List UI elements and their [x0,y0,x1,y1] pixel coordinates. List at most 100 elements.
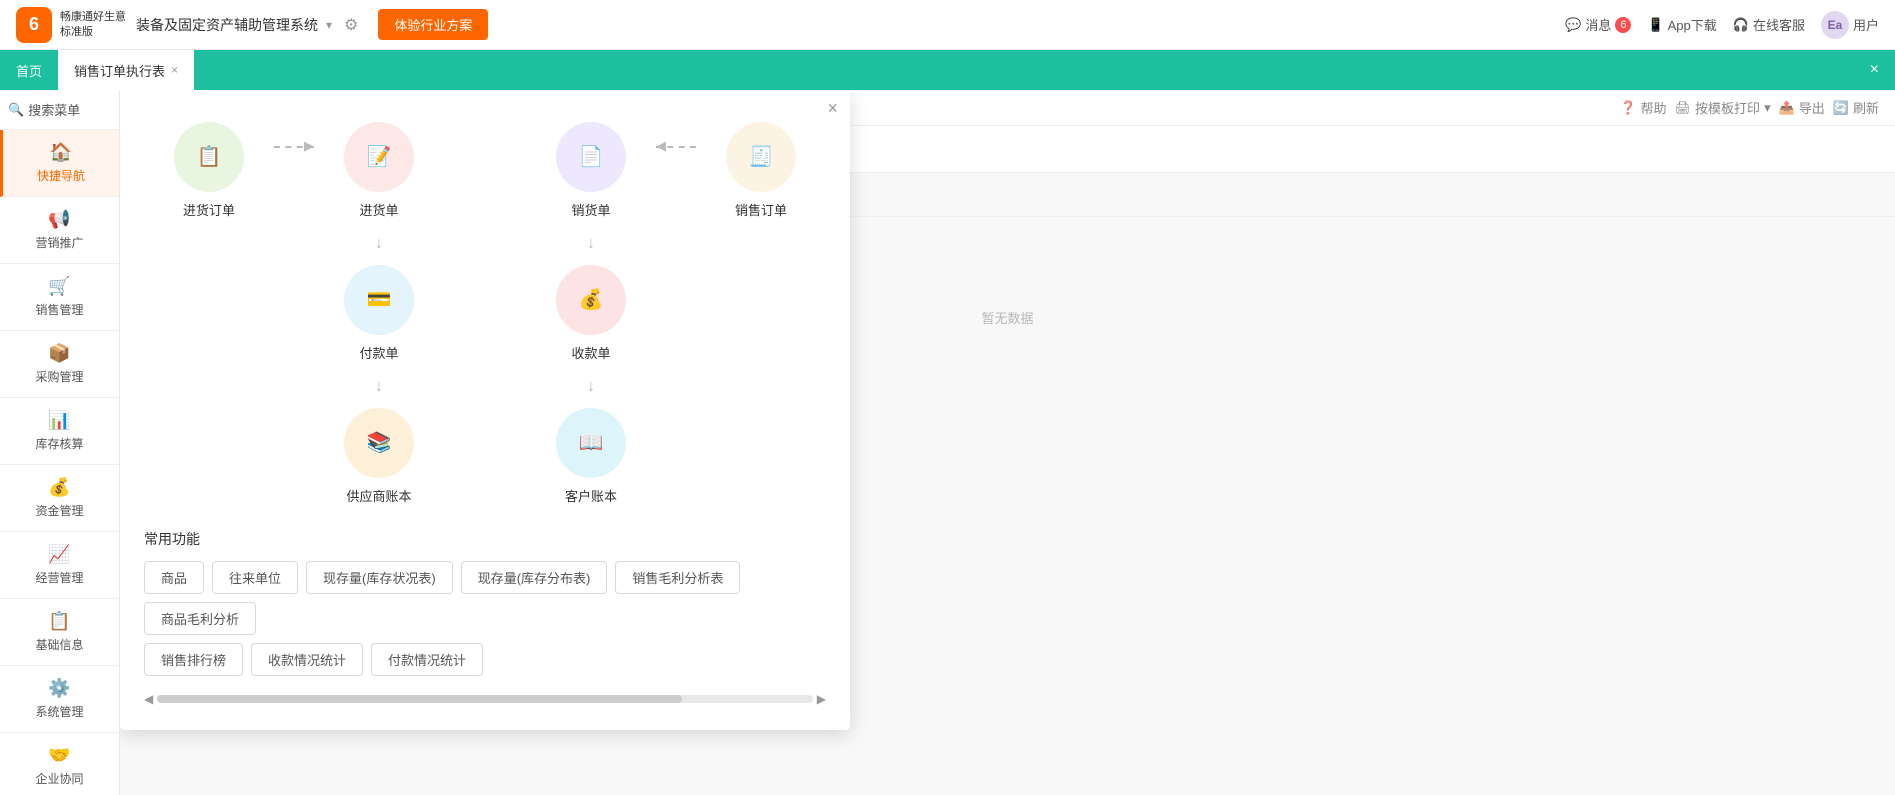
experience-btn[interactable]: 体验行业方案 [378,9,488,40]
receipt-circle: 💰 [556,265,626,335]
svg-text:📝: 📝 [367,144,392,168]
tab-bar: 首页 销售订单执行表 × × [0,50,1895,90]
sale-order-circle: 🧾 [726,122,796,192]
system-icon: ⚙️ [48,678,70,699]
spacer4 [656,235,696,253]
sidebar-item-quick-nav[interactable]: 🏠 快捷导航 [0,130,119,197]
sidebar-item-marketing[interactable]: 📢 营销推广 [0,197,119,264]
func-buttons-row2: 销售排行榜 收款情况统计 付款情况统计 [144,643,826,676]
customer-label: 客户账本 [565,486,617,505]
header-right: 💬 消息 6 📱 App下载 🎧 在线客服 Ea 用户 [1565,11,1879,39]
modal-box: × 📋 进货订单 [120,90,850,730]
sidebar-item-basic-info[interactable]: 📋 基础信息 [0,599,119,666]
sale-order-label: 销售订单 [735,200,787,219]
receipt-icon: 💰 [573,282,609,318]
main-layout: 🔍 搜索菜单 🏠 快捷导航 📢 营销推广 🛒 销售管理 📦 采购管理 📊 库存核… [0,90,1895,795]
arrow-from-sale-order: ◀ [656,114,696,150]
sale-slip-label: 销货单 [571,200,610,219]
sidebar-item-inventory[interactable]: 📊 库存核算 [0,398,119,465]
marketing-label: 营销推广 [35,234,83,251]
tab-home-label: 首页 [16,61,42,80]
common-functions: 常用功能 商品 往来单位 现存量(库存状况表) 现存量(库存分布表) 销售毛利分… [144,529,826,676]
modal-close-btn[interactable]: × [827,98,838,119]
flow-node-payment[interactable]: 💳 付款单 [314,257,444,370]
tab-home[interactable]: 首页 [0,50,58,90]
sales-label: 销售管理 [35,301,83,318]
svg-text:📋: 📋 [197,144,222,168]
common-functions-title: 常用功能 [144,529,826,549]
tab-bar-close-icon[interactable]: × [1870,61,1879,78]
svg-text:🧾: 🧾 [749,144,774,168]
sidebar-item-system[interactable]: ⚙️ 系统管理 [0,666,119,733]
online-service-label: 在线客服 [1753,15,1805,34]
message-btn[interactable]: 💬 消息 6 [1565,15,1631,34]
spacer1 [144,235,274,253]
func-btn-inventory-dist[interactable]: 现存量(库存分布表) [461,561,608,594]
scroll-left-btn[interactable]: ◀ [144,692,153,706]
customer-icon: 📖 [573,425,609,461]
sales-icon: 🛒 [48,276,70,297]
flow-node-purchase-order[interactable]: 📋 进货订单 [144,114,274,227]
arrow-down-purchase: ↓ [314,235,444,253]
func-btn-sales-rank[interactable]: 销售排行榜 [144,643,243,676]
supplier-label: 供应商账本 [346,486,411,505]
flow-node-sale-slip[interactable]: 📄 销货单 [526,114,656,227]
purchase-order-icon: 📋 [191,139,227,175]
sp2 [444,378,526,396]
scroll-track[interactable] [157,695,813,703]
sidebar-item-sales[interactable]: 🛒 销售管理 [0,264,119,331]
func-btn-product[interactable]: 商品 [144,561,204,594]
app-download-label: App下载 [1668,15,1717,34]
flow-row-3: 📚 供应商账本 📖 客 [144,400,826,513]
flow-node-supplier-ledger[interactable]: 📚 供应商账本 [314,400,444,513]
user-name: 用户 [1853,15,1879,34]
logo-text: 畅康通好生意 标准版 [60,10,126,39]
sidebar-item-purchase[interactable]: 📦 采购管理 [0,331,119,398]
service-icon: 🎧 [1733,17,1749,33]
settings-icon[interactable]: ⚙ [344,15,358,35]
scroll-right-btn[interactable]: ▶ [817,692,826,706]
func-btn-receipt-stat[interactable]: 收款情况统计 [251,643,363,676]
flow-node-purchase-slip[interactable]: 📝 进货单 [314,114,444,227]
arrow-down-sale: ↓ [526,235,656,253]
arrow-down-rec: ↓ [526,378,656,396]
payment-circle: 💳 [344,265,414,335]
scroll-thumb [157,695,681,703]
func-btn-product-margin[interactable]: 商品毛利分析 [144,602,256,635]
func-btn-payment-stat[interactable]: 付款情况统计 [371,643,483,676]
sidebar-search[interactable]: 🔍 搜索菜单 [0,90,119,130]
purchase-slip-icon: 📝 [361,139,397,175]
system-title: 装备及固定资产辅助管理系统 [136,15,318,35]
flow-node-sale-order[interactable]: 🧾 销售订单 [696,114,826,227]
payment-icon: 💳 [361,282,397,318]
sidebar-item-operation[interactable]: 📈 经营管理 [0,532,119,599]
logo-icon: 6 [16,7,52,43]
supplier-icon: 📚 [361,425,397,461]
system-title-area: 装备及固定资产辅助管理系统 ▾ ⚙ 体验行业方案 [136,9,1565,40]
sp3 [656,378,826,396]
flow-node-receipt[interactable]: 💰 收款单 [526,257,656,370]
flow-node-customer-ledger[interactable]: 📖 客户账本 [526,400,656,513]
arrow-down-pay: ↓ [314,378,444,396]
user-area[interactable]: Ea 用户 [1821,11,1879,39]
enterprise-label: 企业协同 [35,770,83,787]
flow-arrows-down-row2: ↓ ↓ [144,378,826,396]
search-icon: 🔍 [8,102,24,118]
sidebar-item-enterprise[interactable]: 🤝 企业协同 [0,733,119,795]
sp1 [144,378,314,396]
purchase-label: 采购管理 [35,368,83,385]
online-service-btn[interactable]: 🎧 在线客服 [1733,15,1805,34]
func-btn-inventory-status[interactable]: 现存量(库存状况表) [306,561,453,594]
supplier-circle: 📚 [344,408,414,478]
tab-sales-order[interactable]: 销售订单执行表 × [58,50,194,90]
sidebar-item-finance[interactable]: 💰 资金管理 [0,465,119,532]
tab-close-icon[interactable]: × [171,63,178,77]
modal-scrollbar: ◀ ▶ [144,692,826,706]
enterprise-icon: 🤝 [48,745,70,766]
tab-sales-order-label: 销售订单执行表 [74,61,165,80]
func-btn-sales-margin[interactable]: 销售毛利分析表 [615,561,740,594]
func-btn-counterpart[interactable]: 往来单位 [212,561,298,594]
app-download-btn[interactable]: 📱 App下载 [1647,15,1716,34]
inventory-icon: 📊 [48,410,70,431]
finance-icon: 💰 [48,477,70,498]
